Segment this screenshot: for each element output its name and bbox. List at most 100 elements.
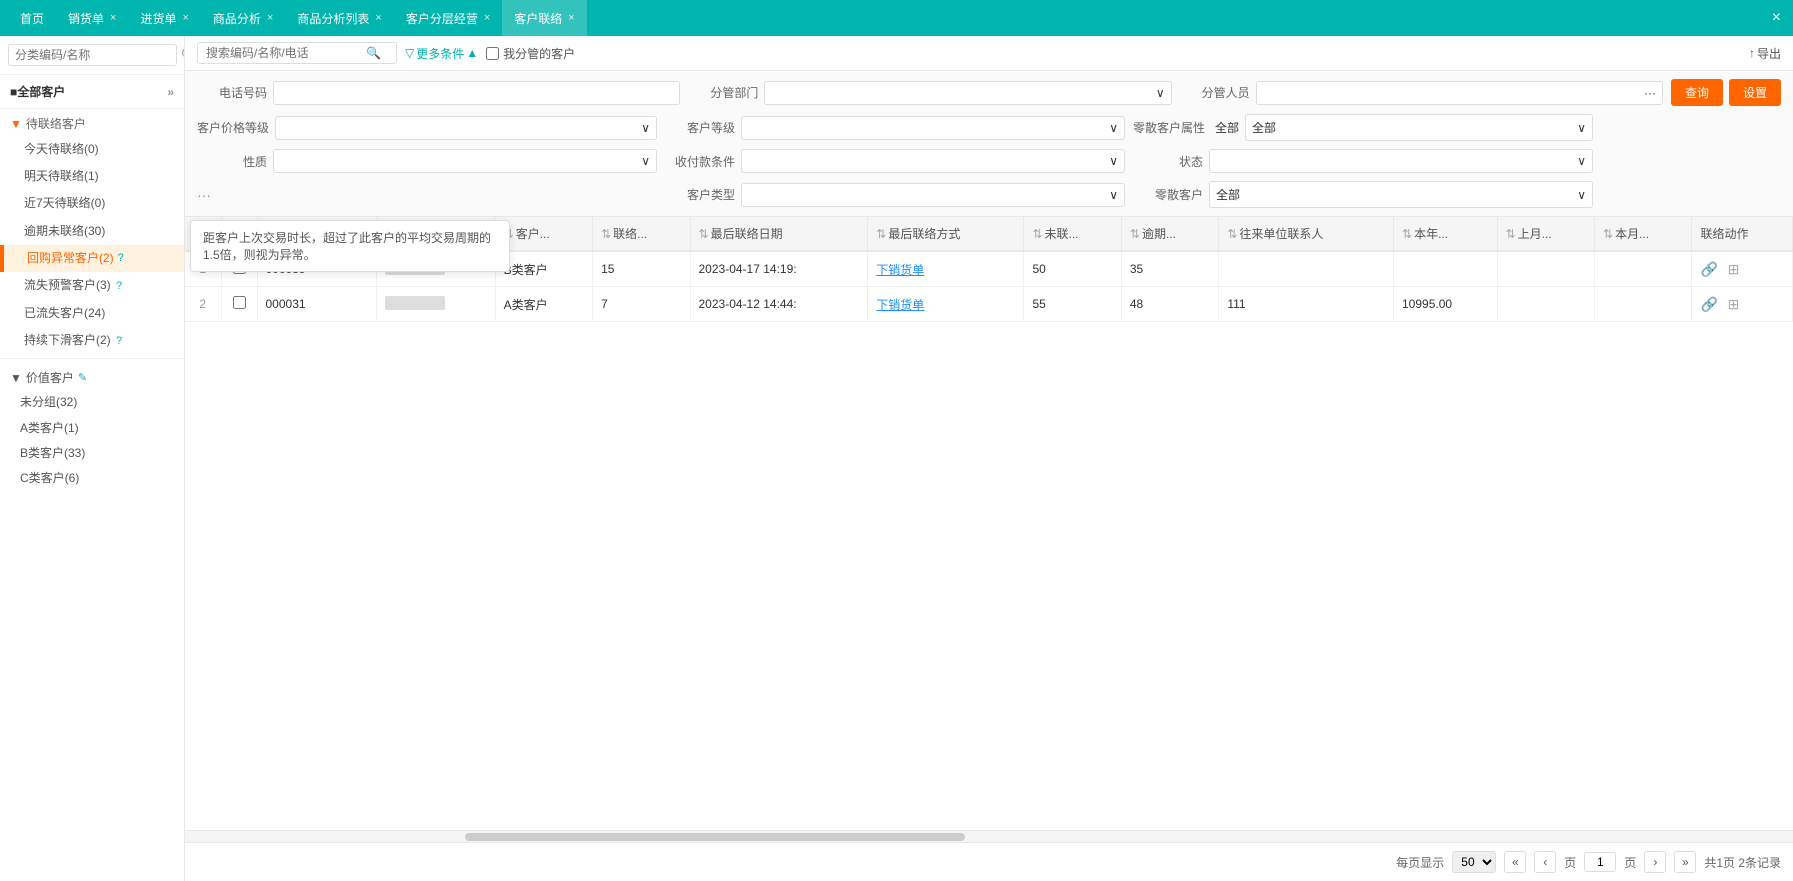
filter-phone: 电话号码 bbox=[197, 81, 680, 105]
overdue-column-header[interactable]: 逾期... bbox=[1121, 217, 1218, 251]
sidebar-overdue-pending[interactable]: 逾期未联络(30) bbox=[0, 218, 184, 245]
last-contact-date-column-header[interactable]: 最后联络日期 bbox=[690, 217, 868, 251]
next-page-btn[interactable]: › bbox=[1644, 851, 1666, 873]
sidebar-collapse-icon[interactable]: » bbox=[167, 85, 174, 99]
row1-grid-icon[interactable]: ⊞ bbox=[1724, 260, 1742, 278]
row1-overdue: 35 bbox=[1121, 251, 1218, 287]
customer-type-select[interactable]: ∨ bbox=[741, 183, 1125, 207]
payment-select[interactable]: ∨ bbox=[741, 149, 1125, 173]
retail-attr-chevron-icon: ∨ bbox=[1577, 121, 1586, 135]
sidebar-class-a[interactable]: A类客户(1) bbox=[0, 416, 184, 441]
no-contact-column-header[interactable]: 未联... bbox=[1024, 217, 1121, 251]
close-purchase-order[interactable]: × bbox=[182, 12, 188, 24]
row2-type: A类客户 bbox=[495, 287, 592, 322]
row2-grid-icon[interactable]: ⊞ bbox=[1724, 295, 1742, 313]
row2-last-month bbox=[1497, 287, 1594, 322]
close-product-analysis[interactable]: × bbox=[267, 12, 273, 24]
export-button[interactable]: ↑ 导出 bbox=[1749, 45, 1781, 62]
close-customer-contact[interactable]: × bbox=[568, 12, 574, 24]
row2-checkbox[interactable] bbox=[221, 287, 257, 322]
dept-select[interactable]: ∨ bbox=[764, 81, 1171, 105]
customer-grade-select[interactable]: ∨ bbox=[741, 116, 1125, 140]
first-page-btn[interactable]: « bbox=[1504, 851, 1526, 873]
last-contact-method-column-header[interactable]: 最后联络方式 bbox=[868, 217, 1024, 251]
row1-this-month bbox=[1595, 251, 1692, 287]
row1-link-icon[interactable]: 🔗 bbox=[1700, 260, 1718, 278]
contact-person-column-header[interactable]: 往来单位联系人 bbox=[1219, 217, 1394, 251]
filter-person: 分管人员 ··· bbox=[1180, 81, 1663, 105]
my-customers-check[interactable] bbox=[486, 47, 499, 60]
active-indicator bbox=[0, 245, 4, 272]
retail-attr-select[interactable]: 全部 ∨ bbox=[1245, 114, 1593, 141]
filter-retail-customer: 零散客户 全部 ∨ bbox=[1133, 181, 1593, 208]
customer-type-label: 客户类型 bbox=[665, 186, 735, 203]
last-page-btn[interactable]: » bbox=[1674, 851, 1696, 873]
sidebar-lost-pending[interactable]: 流失预警客户(3) ? bbox=[0, 272, 184, 300]
settings-button[interactable]: 设置 bbox=[1729, 79, 1781, 106]
filter-retail-attr: 零散客户属性 全部 全部 ∨ bbox=[1133, 114, 1593, 141]
value-edit-icon[interactable]: ✎ bbox=[78, 371, 87, 384]
content-area: 🔍 ▽ 更多条件 ▲ 我分管的客户 ↑ 导出 电话号码 bbox=[185, 36, 1793, 881]
sidebar-lost-actual[interactable]: 已流失客户(24) bbox=[0, 300, 184, 327]
nav-sales-order[interactable]: 销货单 × bbox=[56, 0, 128, 36]
declining-info-icon[interactable]: ? bbox=[116, 335, 122, 347]
sidebar-7day-pending[interactable]: 近7天待联络(0) bbox=[0, 190, 184, 217]
sidebar-pending-contact-title: ▼ 待联络客户 bbox=[0, 109, 184, 136]
this-year-column-header[interactable]: 本年... bbox=[1394, 217, 1498, 251]
scrollbar-thumb[interactable] bbox=[465, 833, 965, 841]
horizontal-scrollbar[interactable] bbox=[185, 830, 1793, 842]
nav-product-analysis-list[interactable]: 商品分析列表 × bbox=[285, 0, 393, 36]
filter-dept: 分管部门 ∨ bbox=[688, 81, 1171, 105]
sidebar-tomorrow-pending[interactable]: 明天待联络(1) bbox=[0, 163, 184, 190]
sidebar-search-input[interactable] bbox=[8, 44, 177, 66]
prev-page-btn[interactable]: ‹ bbox=[1534, 851, 1556, 873]
status-select[interactable]: ∨ bbox=[1209, 149, 1593, 173]
sidebar-declining[interactable]: 持续下滑客户(2) ? bbox=[0, 327, 184, 355]
nav-customer-segment[interactable]: 客户分层经营 × bbox=[394, 0, 502, 36]
payment-chevron-icon: ∨ bbox=[1109, 154, 1118, 168]
my-customers-checkbox[interactable]: 我分管的客户 bbox=[486, 45, 575, 62]
sidebar-all-customers[interactable]: ■ 全部客户 » bbox=[0, 75, 184, 109]
nav-customer-contact[interactable]: 客户联络 × bbox=[502, 0, 586, 36]
row1-last-contact-method[interactable]: 下销货单 bbox=[868, 251, 1024, 287]
row2-link-icon[interactable]: 🔗 bbox=[1700, 295, 1718, 313]
more-filters-icon[interactable]: ··· bbox=[197, 187, 211, 203]
filter-row-3: 性质 ∨ 收付款条件 ∨ 状态 bbox=[197, 149, 1781, 173]
sidebar-today-pending[interactable]: 今天待联络(0) bbox=[0, 136, 184, 163]
filter-status: 状态 ∨ bbox=[1133, 149, 1593, 173]
retail-customer-select[interactable]: 全部 ∨ bbox=[1209, 181, 1593, 208]
this-month-column-header[interactable]: 本月... bbox=[1595, 217, 1692, 251]
current-page-input[interactable]: 1 bbox=[1584, 852, 1616, 872]
per-page-select[interactable]: 50 bbox=[1452, 851, 1496, 873]
close-product-list[interactable]: × bbox=[375, 12, 381, 24]
main-search-icon[interactable]: 🔍 bbox=[366, 46, 381, 60]
lost-pending-info-icon[interactable]: ? bbox=[116, 280, 122, 292]
main-search-input[interactable] bbox=[206, 46, 366, 60]
sidebar-search-area: 🔍 bbox=[0, 36, 184, 75]
query-button[interactable]: 查询 bbox=[1671, 79, 1723, 106]
sidebar-class-c[interactable]: C类客户(6) bbox=[0, 466, 184, 491]
close-customer-segment[interactable]: × bbox=[484, 12, 490, 24]
sidebar-unclassified[interactable]: 未分组(32) bbox=[0, 390, 184, 415]
sidebar-class-b[interactable]: B类客户(33) bbox=[0, 441, 184, 466]
close-sales-order[interactable]: × bbox=[110, 12, 116, 24]
contact-count-column-header[interactable]: 联络... bbox=[593, 217, 690, 251]
row2-this-year: 10995.00 bbox=[1394, 287, 1498, 322]
nav-home[interactable]: 首页 bbox=[8, 0, 56, 36]
row2-last-contact-date: 2023-04-12 14:44: bbox=[690, 287, 868, 322]
nav-purchase-order[interactable]: 进货单 × bbox=[128, 0, 200, 36]
nav-product-analysis[interactable]: 商品分析 × bbox=[201, 0, 285, 36]
row2-code: 000031 bbox=[257, 287, 376, 322]
phone-label: 电话号码 bbox=[197, 84, 267, 101]
close-all-tabs[interactable]: × bbox=[1772, 9, 1781, 27]
nature-select[interactable]: ∨ bbox=[273, 149, 657, 173]
last-month-column-header[interactable]: 上月... bbox=[1497, 217, 1594, 251]
sidebar-repurchase-abnormal[interactable]: 回购异常客户(2) ? bbox=[0, 245, 184, 272]
price-grade-select[interactable]: ∨ bbox=[275, 116, 657, 140]
more-conditions-btn[interactable]: ▽ 更多条件 ▲ bbox=[405, 45, 478, 62]
phone-input[interactable] bbox=[273, 81, 680, 105]
person-select[interactable]: ··· bbox=[1256, 81, 1663, 105]
row2-last-contact-method[interactable]: 下销货单 bbox=[868, 287, 1024, 322]
repurchase-info-icon[interactable]: ? bbox=[118, 250, 124, 268]
sidebar-value-customer-group[interactable]: ▼ 价值客户 ✎ bbox=[0, 363, 184, 390]
